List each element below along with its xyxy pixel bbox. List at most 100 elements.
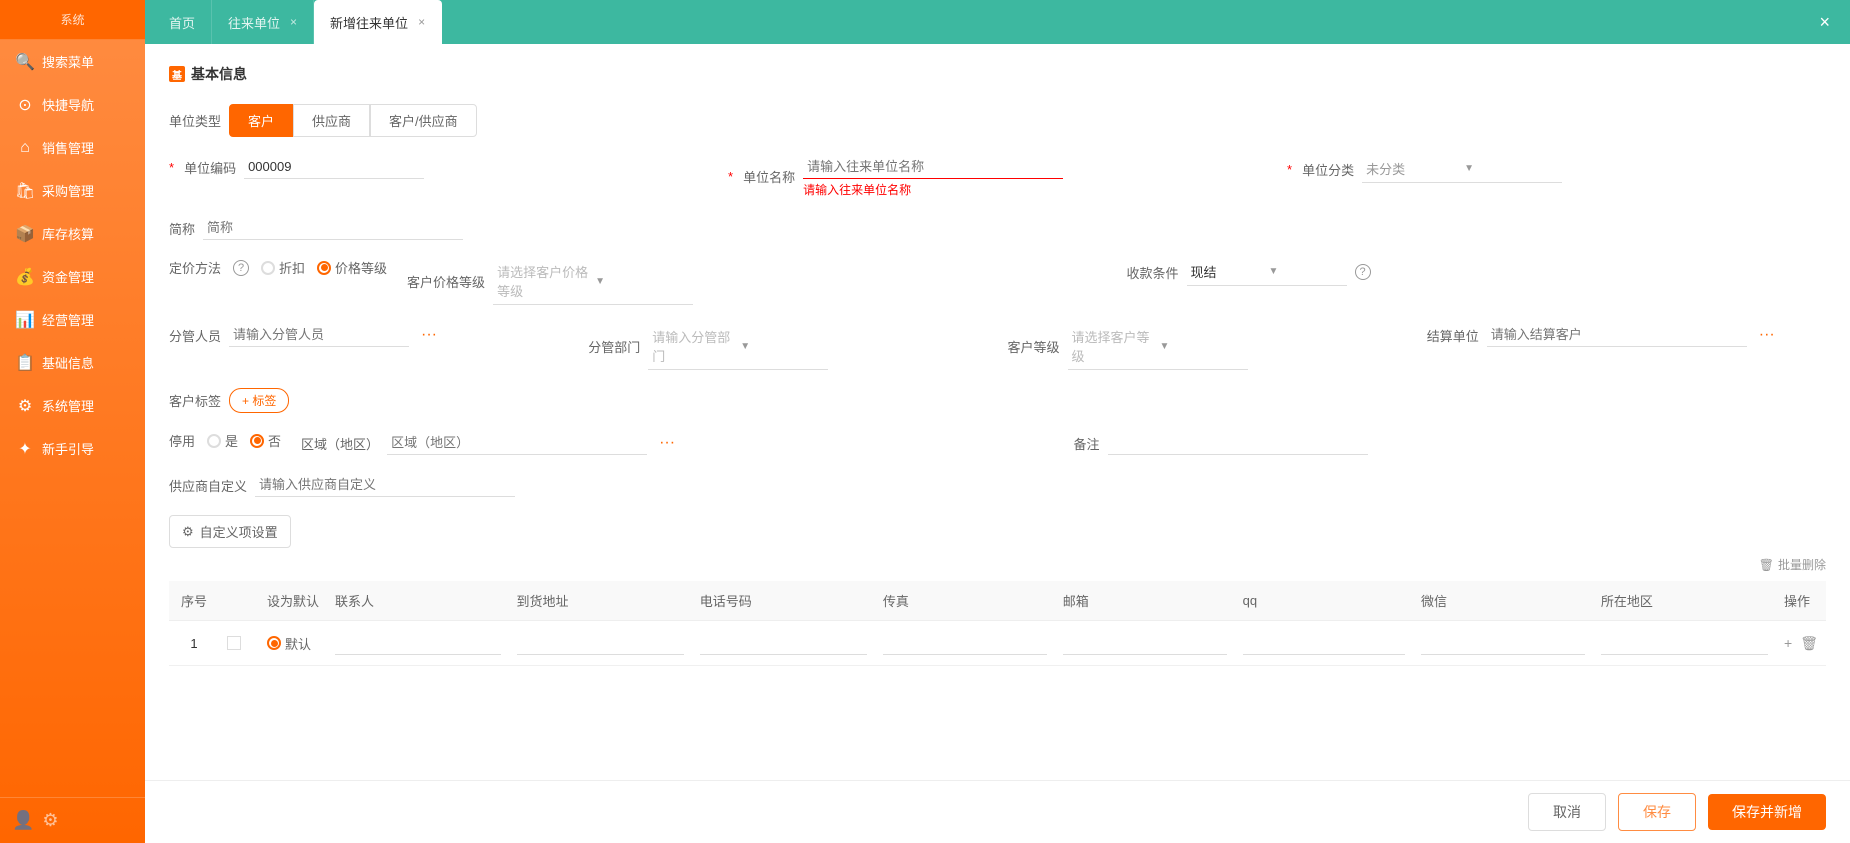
row-region[interactable] [1593,621,1776,666]
row-fax[interactable] [875,621,1055,666]
sidebar-item-label: 销售管理 [42,138,94,157]
row-delete-btn[interactable]: 🗑 [1800,635,1818,652]
window-close-button[interactable]: × [1807,12,1842,33]
settings-bottom-icon[interactable]: ⚙ [42,810,58,831]
row-qq[interactable] [1235,621,1413,666]
unit-name-label: 单位名称 [743,167,795,186]
row-wechat-input[interactable] [1421,631,1585,655]
pricing-discount-radio[interactable]: 折扣 [261,258,305,277]
row-address[interactable] [509,621,692,666]
sidebar-item-basic-info[interactable]: 📋 基础信息 [0,341,145,384]
sales-icon: ⌂ [16,139,34,157]
col-phone: 电话号码 [692,581,875,621]
row-wechat[interactable] [1413,621,1593,666]
region-more-btn[interactable]: ··· [655,434,679,452]
add-tag-button[interactable]: + 标签 [229,388,289,413]
customer-level-select[interactable]: 请选择客户等级 ▼ [1068,323,1248,370]
unit-category-select[interactable]: 未分类 ▼ [1362,155,1562,183]
sidebar-item-search[interactable]: 🔍 搜索菜单 [0,40,145,83]
batch-delete-button[interactable]: 🗑 批量删除 [1759,556,1826,573]
department-chevron: ▼ [740,341,824,352]
sidebar-item-guide[interactable]: ✦ 新手引导 [0,427,145,470]
settlement-field: 结算单位 ··· [1427,323,1826,347]
settings-gear-icon: ⚙ [182,524,194,540]
col-index: 序号 [169,581,219,621]
unit-name-input[interactable] [803,155,1063,179]
row-email-input[interactable] [1063,631,1227,655]
cancel-button[interactable]: 取消 [1528,793,1606,831]
row-fax-input[interactable] [883,631,1047,655]
customer-price-level-placeholder: 请选择客户价格等级 [497,262,591,300]
tab-partners[interactable]: 往来单位 × [212,0,314,44]
section-title-icon: 基 [169,66,185,82]
unit-type-customer-btn[interactable]: 客户 [229,104,293,137]
disabled-yes-radio[interactable]: 是 [207,431,238,450]
sidebar-item-finance[interactable]: 💰 资金管理 [0,255,145,298]
unit-name-required: * [728,169,733,184]
remark-label: 备注 [1074,434,1100,453]
col-default: 设为默认 [259,581,327,621]
row-default-radio[interactable]: 默认 [267,634,319,653]
unit-type-both-btn[interactable]: 客户/供应商 [370,104,477,137]
row-actions: + 🗑 [1784,635,1818,652]
manager-more-btn[interactable]: ··· [417,326,441,344]
user-icon[interactable]: 👤 [12,810,34,831]
sidebar-item-quick-nav[interactable]: ⊙ 快捷导航 [0,83,145,126]
settlement-input[interactable] [1487,323,1747,347]
payment-terms-select[interactable]: 现结 ▼ [1187,258,1347,286]
tab-home[interactable]: 首页 [153,0,212,44]
row-address-input[interactable] [517,631,684,655]
tab-partners-close[interactable]: × [290,15,297,29]
col-region: 所在地区 [1593,581,1776,621]
col-wechat: 微信 [1413,581,1593,621]
customer-level-field: 客户等级 请选择客户等级 ▼ [1008,323,1407,370]
row-contact-input[interactable] [335,631,501,655]
footer: 取消 保存 保存并新增 [145,780,1850,843]
row-contact[interactable] [327,621,509,666]
customer-price-level-label: 客户价格等级 [407,272,485,291]
save-new-button[interactable]: 保存并新增 [1708,794,1826,830]
sidebar-item-purchase[interactable]: 🛍 采购管理 [0,169,145,212]
disabled-no-radio[interactable]: 否 [250,431,281,450]
settlement-more-btn[interactable]: ··· [1755,326,1779,344]
row-email[interactable] [1055,621,1235,666]
custom-settings-label: 自定义项设置 [200,522,278,541]
remark-input[interactable] [1108,431,1368,455]
sidebar-item-operations[interactable]: 📊 经营管理 [0,298,145,341]
manager-input[interactable] [229,323,409,347]
sidebar-item-system[interactable]: ⚙ 系统管理 [0,384,145,427]
sidebar-item-sales[interactable]: ⌂ 销售管理 [0,126,145,169]
sidebar-item-inventory[interactable]: 📦 库存核算 [0,212,145,255]
tab-new-partner[interactable]: 新增往来单位 × [314,0,442,44]
pricing-level-radio[interactable]: 价格等级 [317,258,387,277]
unit-name-error: 请输入往来单位名称 [803,181,1063,198]
customer-price-level-select[interactable]: 请选择客户价格等级 ▼ [493,258,693,305]
region-input[interactable] [387,431,647,455]
save-button[interactable]: 保存 [1618,793,1696,831]
row-phone[interactable] [692,621,875,666]
col-fax: 传真 [875,581,1055,621]
unit-code-input[interactable] [244,155,424,179]
unit-type-supplier-btn[interactable]: 供应商 [293,104,370,137]
row-qq-input[interactable] [1243,631,1405,655]
region-field: 区域（地区） ··· [301,431,1053,455]
payment-help-icon[interactable]: ? [1355,264,1371,280]
unit-category-required: * [1287,162,1292,177]
sidebar-item-label: 新手引导 [42,439,94,458]
row-default-cell: 默认 [259,621,327,666]
abbreviation-input[interactable] [203,216,463,240]
row-region-input[interactable] [1601,631,1768,655]
row-checkbox[interactable] [227,636,241,650]
department-select[interactable]: 请输入分管部门 ▼ [648,323,828,370]
custom-settings-button[interactable]: ⚙ 自定义项设置 [169,515,291,548]
sidebar-item-label: 经营管理 [42,310,94,329]
pricing-help-icon[interactable]: ? [233,260,249,276]
supplier-custom-input[interactable] [255,473,515,497]
row-phone-input[interactable] [700,631,867,655]
row-add-btn[interactable]: + [1784,635,1792,651]
row-checkbox-cell [219,621,259,666]
supplier-custom-label: 供应商自定义 [169,476,247,495]
basic-info-icon: 📋 [16,354,34,372]
batch-delete-icon: 🗑 [1759,558,1774,572]
tab-new-partner-close[interactable]: × [418,15,425,29]
